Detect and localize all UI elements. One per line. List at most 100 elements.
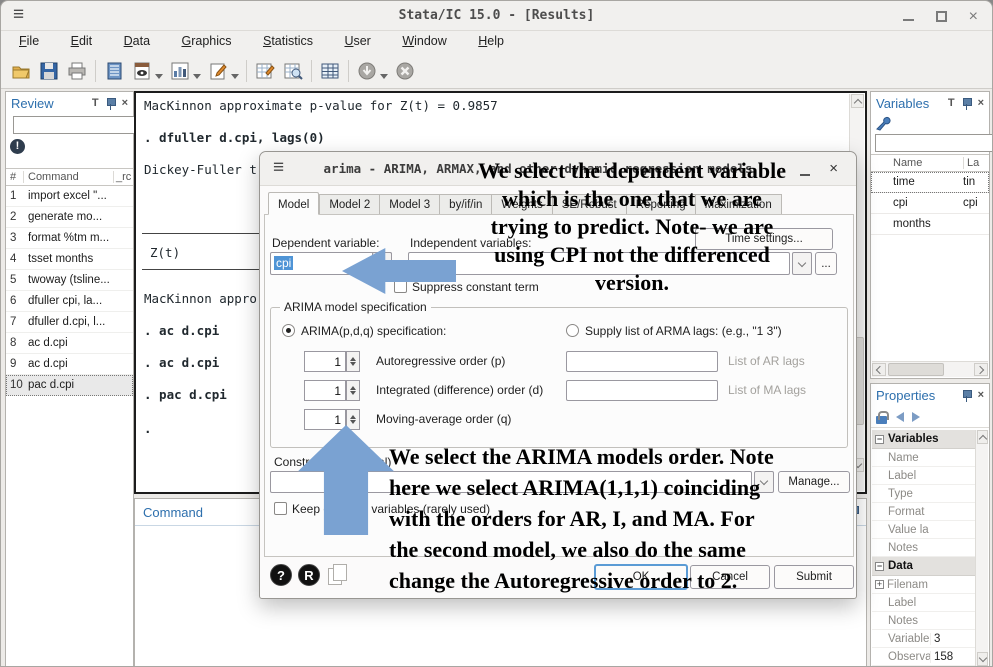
close-icon[interactable]: ×: [969, 8, 978, 24]
save-icon[interactable]: [36, 58, 62, 84]
do-file-editor-icon[interactable]: [205, 58, 231, 84]
review-row[interactable]: 7 dfuller d.cpi, l...: [6, 312, 133, 333]
review-row[interactable]: 9 ac d.cpi: [6, 354, 133, 375]
scroll-up-icon[interactable]: [977, 430, 988, 444]
command-panel-title: Command: [143, 505, 203, 520]
spinner-updown-icon[interactable]: [346, 380, 360, 401]
results-line: Dickey-Fuller t: [144, 162, 257, 177]
pin-icon[interactable]: [962, 97, 972, 110]
menu-window[interactable]: Window: [393, 31, 455, 50]
close-icon[interactable]: ×: [122, 98, 128, 109]
menu-user[interactable]: User: [335, 31, 379, 50]
arima-spec-group-title: ARIMA model specification: [280, 300, 431, 314]
review-row[interactable]: 5 twoway (tsline...: [6, 270, 133, 291]
data-editor-icon[interactable]: [252, 58, 278, 84]
data-browser-icon[interactable]: [280, 58, 306, 84]
collapse-icon[interactable]: −: [875, 561, 884, 571]
arma-lags-radio[interactable]: [566, 324, 579, 337]
more-results-icon[interactable]: [354, 58, 380, 84]
lock-icon[interactable]: [875, 410, 889, 424]
more-results-dropdown-icon[interactable]: [380, 73, 388, 79]
property-row[interactable]: Label: [872, 594, 975, 612]
spinner-updown-icon[interactable]: [346, 351, 360, 372]
filter-icon[interactable]: T: [92, 98, 99, 109]
property-row[interactable]: Observa 158: [872, 648, 975, 666]
review-row[interactable]: 3 format %tm m...: [6, 228, 133, 249]
pin-icon[interactable]: [962, 389, 972, 402]
menu-help[interactable]: Help: [469, 31, 513, 50]
properties-section-data[interactable]: − Data: [872, 557, 975, 576]
property-row[interactable]: Label: [872, 467, 975, 485]
scroll-down-icon[interactable]: [977, 652, 988, 666]
review-row-selected[interactable]: 10 pac d.cpi: [6, 375, 133, 396]
ar-order-spinner[interactable]: 1: [304, 351, 346, 372]
variable-row[interactable]: cpi cpi: [871, 193, 989, 214]
ma-lags-input[interactable]: [566, 380, 718, 401]
variables-hscrollbar[interactable]: [872, 361, 988, 377]
review-row[interactable]: 1 import excel "...: [6, 186, 133, 207]
filter-icon[interactable]: T: [948, 98, 955, 109]
keep-collinear-checkbox[interactable]: [274, 502, 287, 515]
next-variable-icon[interactable]: [912, 411, 920, 422]
expand-icon[interactable]: +: [875, 580, 884, 589]
break-icon[interactable]: [392, 58, 418, 84]
review-row[interactable]: 6 dfuller cpi, la...: [6, 291, 133, 312]
viewer-icon[interactable]: [129, 58, 155, 84]
diff-order-spinner[interactable]: 1: [304, 380, 346, 401]
wrench-icon[interactable]: [875, 116, 891, 132]
variables-manager-icon[interactable]: [317, 58, 343, 84]
ar-lags-input[interactable]: [566, 351, 718, 372]
menu-graphics[interactable]: Graphics: [172, 31, 240, 50]
menu-file[interactable]: File: [10, 31, 48, 50]
collapse-icon[interactable]: −: [875, 434, 884, 444]
tab-model[interactable]: Model: [268, 192, 320, 215]
open-icon[interactable]: [8, 58, 34, 84]
annotation-note-arima-order: We select the ARIMA models order. Note h…: [389, 444, 774, 593]
close-icon[interactable]: ×: [978, 98, 984, 109]
property-row[interactable]: Type: [872, 485, 975, 503]
menu-edit[interactable]: Edit: [62, 31, 102, 50]
review-row[interactable]: 8 ac d.cpi: [6, 333, 133, 354]
print-icon[interactable]: [64, 58, 90, 84]
maximize-icon[interactable]: [935, 10, 947, 22]
minimize-icon[interactable]: [902, 19, 914, 21]
properties-scrollbar[interactable]: [975, 430, 988, 666]
properties-section-variables[interactable]: − Variables: [872, 430, 975, 449]
prev-variable-icon[interactable]: [896, 411, 904, 422]
reset-button[interactable]: R: [298, 564, 320, 586]
help-button[interactable]: ?: [270, 564, 292, 586]
property-row[interactable]: Name: [872, 449, 975, 467]
tab-model2[interactable]: Model 2: [319, 194, 380, 215]
property-row[interactable]: Notes: [872, 612, 975, 630]
property-row[interactable]: Notes: [872, 539, 975, 557]
variables-search-input[interactable]: [875, 134, 992, 152]
arima-pdq-radio-label: ARIMA(p,d,q) specification:: [301, 324, 447, 338]
error-filter-icon[interactable]: !: [10, 139, 25, 154]
ma-order-spinner[interactable]: 1: [304, 409, 346, 430]
review-row[interactable]: 2 generate mo...: [6, 207, 133, 228]
property-row[interactable]: + Filenam: [872, 576, 975, 594]
viewer-dropdown-icon[interactable]: [155, 73, 163, 79]
close-icon[interactable]: ×: [978, 390, 984, 401]
pin-icon[interactable]: [106, 97, 116, 110]
copy-command-icon[interactable]: [328, 564, 348, 586]
graph-icon[interactable]: [167, 58, 193, 84]
property-row[interactable]: Format: [872, 503, 975, 521]
arima-pdq-radio[interactable]: [282, 324, 295, 337]
review-row[interactable]: 4 tsset months: [6, 249, 133, 270]
property-row[interactable]: Variable 3: [872, 630, 975, 648]
graph-dropdown-icon[interactable]: [193, 73, 201, 79]
scroll-right-icon[interactable]: [974, 363, 988, 376]
variable-row[interactable]: months: [871, 214, 989, 235]
scroll-up-icon[interactable]: [851, 94, 864, 108]
scroll-left-icon[interactable]: [872, 363, 886, 376]
log-icon[interactable]: [101, 58, 127, 84]
property-row[interactable]: Value la: [872, 521, 975, 539]
dialog-menu-icon[interactable]: ≡: [273, 157, 284, 179]
menu-statistics[interactable]: Statistics: [254, 31, 322, 50]
do-editor-dropdown-icon[interactable]: [231, 73, 239, 79]
menu-data[interactable]: Data: [115, 31, 159, 50]
scrollbar-thumb[interactable]: [888, 363, 944, 376]
spinner-updown-icon[interactable]: [346, 409, 360, 430]
variable-row[interactable]: time tin: [871, 172, 989, 193]
